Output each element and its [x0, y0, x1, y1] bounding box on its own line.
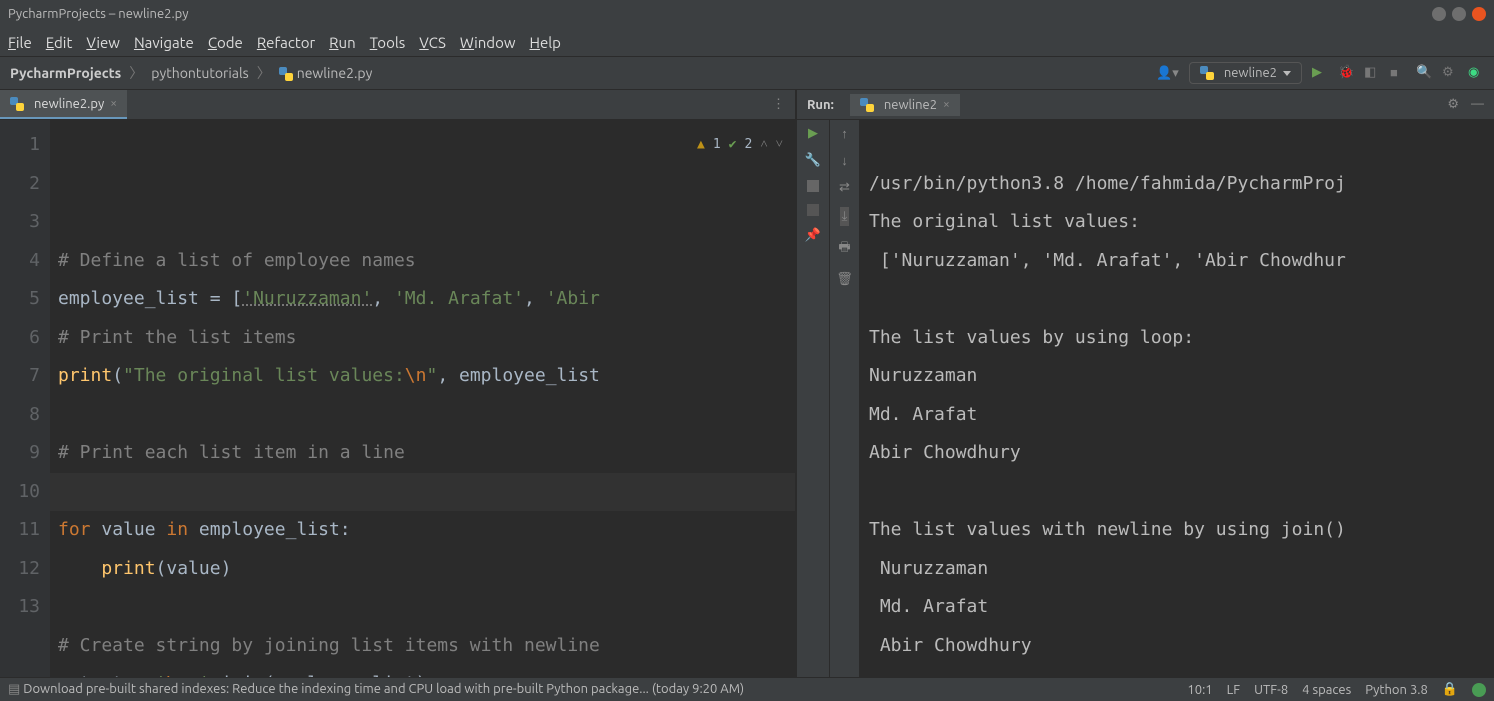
navbar: PycharmProjects 〉 pythontutorials 〉 newl…	[0, 56, 1494, 90]
status-right: 10:1 LF UTF-8 4 spaces Python 3.8 🔒	[1187, 682, 1486, 697]
menu-vcs[interactable]: VCS	[419, 34, 446, 51]
soft-wrap-icon[interactable]: ⇄	[839, 180, 850, 195]
run-button[interactable]: ▶	[1312, 65, 1328, 81]
caret-position[interactable]: 10:1	[1187, 683, 1212, 697]
chevron-right-icon: 〉	[257, 63, 271, 83]
python-icon	[860, 98, 874, 112]
menu-code[interactable]: Code	[208, 34, 243, 51]
chevron-right-icon: 〉	[129, 63, 143, 83]
minimize-button[interactable]	[1432, 7, 1446, 21]
python-icon	[10, 97, 24, 111]
print-icon[interactable]: 🖶	[838, 238, 850, 260]
run-label: Run:	[807, 98, 834, 112]
check-icon: ✔	[729, 126, 737, 165]
scroll-to-end-icon[interactable]: ⤓	[840, 207, 850, 226]
status-message[interactable]: ▤ Download pre-built shared indexes: Red…	[8, 682, 744, 697]
wrench-icon[interactable]: 🔧	[805, 153, 821, 168]
pin-icon[interactable]: 📌	[805, 228, 821, 243]
stop-button[interactable]	[807, 180, 819, 192]
menubar: File Edit View Navigate Code Refactor Ru…	[0, 28, 1494, 56]
menu-window[interactable]: Window	[460, 34, 516, 51]
editor-tabs: newline2.py × ⋮	[0, 90, 795, 120]
statusbar: ▤ Download pre-built shared indexes: Red…	[0, 677, 1494, 701]
rerun-button[interactable]: ▶	[808, 126, 818, 141]
menu-navigate[interactable]: Navigate	[134, 34, 194, 51]
close-button[interactable]	[1472, 7, 1486, 21]
ide-logo-icon[interactable]: ◉	[1468, 65, 1484, 81]
run-toolbar-primary: ▶ 🔧 📌	[797, 120, 829, 677]
menu-help[interactable]: Help	[529, 34, 560, 51]
settings-icon[interactable]: ⚙	[1447, 97, 1459, 112]
menu-run[interactable]: Run	[329, 34, 356, 51]
run-tool-window: Run: newline2 × ⚙ — ▶ 🔧 📌 ↑ ↓ ⇄	[795, 90, 1494, 677]
menu-tools[interactable]: Tools	[370, 34, 406, 51]
down-icon[interactable]: ˅	[776, 126, 783, 165]
python-icon	[1200, 66, 1214, 80]
up-icon[interactable]: ˄	[760, 126, 767, 165]
editor-tab-actions[interactable]: ⋮	[762, 90, 795, 119]
stop-button[interactable]: ■	[1390, 65, 1406, 81]
search-icon[interactable]: 🔍	[1416, 65, 1432, 81]
line-separator[interactable]: LF	[1227, 683, 1240, 697]
crumb-folder[interactable]: pythontutorials	[151, 65, 248, 81]
lock-icon[interactable]: 🔒	[1442, 682, 1458, 697]
code-editor[interactable]: ▲1 ✔2 ˄ ˅ # Define a list of employee na…	[50, 120, 795, 677]
current-line-highlight	[50, 473, 795, 511]
titlebar: PycharmProjects – newline2.py	[0, 0, 1494, 28]
editor-tab[interactable]: newline2.py ×	[0, 90, 127, 119]
menu-refactor[interactable]: Refactor	[257, 34, 315, 51]
inspections-widget[interactable]: ▲1 ✔2 ˄ ˅	[697, 126, 783, 165]
exit-button[interactable]	[807, 204, 819, 216]
close-icon[interactable]: ×	[943, 98, 950, 111]
breadcrumb: PycharmProjects 〉 pythontutorials 〉 newl…	[10, 63, 372, 83]
main: newline2.py × ⋮ 1 2 3 4 5 6 7 8 9 10 11 …	[0, 90, 1494, 677]
interpreter[interactable]: Python 3.8	[1365, 683, 1428, 697]
gutter: 1 2 3 4 5 6 7 8 9 10 11 12 13	[0, 120, 50, 677]
minimize-icon[interactable]: —	[1471, 97, 1484, 112]
debug-button[interactable]: 🐞	[1338, 65, 1354, 81]
settings-icon[interactable]: ⚙	[1442, 65, 1458, 81]
trash-icon[interactable]: 🗑	[836, 272, 853, 287]
down-arrow-icon[interactable]: ↓	[841, 153, 848, 168]
run-toolbar-secondary: ↑ ↓ ⇄ ⤓ 🖶 🗑	[829, 120, 859, 677]
editor-pane: newline2.py × ⋮ 1 2 3 4 5 6 7 8 9 10 11 …	[0, 90, 795, 677]
code-area[interactable]: 1 2 3 4 5 6 7 8 9 10 11 12 13 ▲1 ✔2 ˄ ˅ …	[0, 120, 795, 677]
indent[interactable]: 4 spaces	[1302, 683, 1351, 697]
add-user-icon[interactable]: 👤▾	[1156, 66, 1179, 81]
window-controls	[1432, 7, 1486, 21]
close-icon[interactable]: ×	[110, 97, 117, 110]
python-icon	[279, 67, 293, 81]
chevron-down-icon	[1283, 71, 1291, 76]
console-output[interactable]: /usr/bin/python3.8 /home/fahmida/Pycharm…	[859, 120, 1494, 677]
menu-edit[interactable]: Edit	[46, 34, 73, 51]
toolbar-right: 👤▾ newline2 ▶ 🐞 ◧ ■ 🔍 ⚙ ◉	[1156, 62, 1484, 84]
file-encoding[interactable]: UTF-8	[1254, 683, 1288, 697]
run-config-selector[interactable]: newline2	[1189, 62, 1302, 84]
maximize-button[interactable]	[1452, 7, 1466, 21]
run-body: ▶ 🔧 📌 ↑ ↓ ⇄ ⤓ 🖶 🗑 /usr/bin/python3.8 /ho…	[797, 120, 1494, 677]
coverage-button[interactable]: ◧	[1364, 65, 1380, 81]
warning-icon: ▲	[697, 126, 705, 165]
up-arrow-icon[interactable]: ↑	[841, 126, 848, 141]
run-header: Run: newline2 × ⚙ —	[797, 90, 1494, 120]
window-title: PycharmProjects – newline2.py	[8, 7, 189, 21]
run-tab[interactable]: newline2 ×	[850, 94, 960, 116]
menu-view[interactable]: View	[86, 34, 120, 51]
menu-file[interactable]: File	[8, 34, 32, 51]
crumb-root[interactable]: PycharmProjects	[10, 65, 121, 81]
crumb-file[interactable]: newline2.py	[279, 65, 373, 81]
status-indicator[interactable]	[1472, 683, 1486, 697]
